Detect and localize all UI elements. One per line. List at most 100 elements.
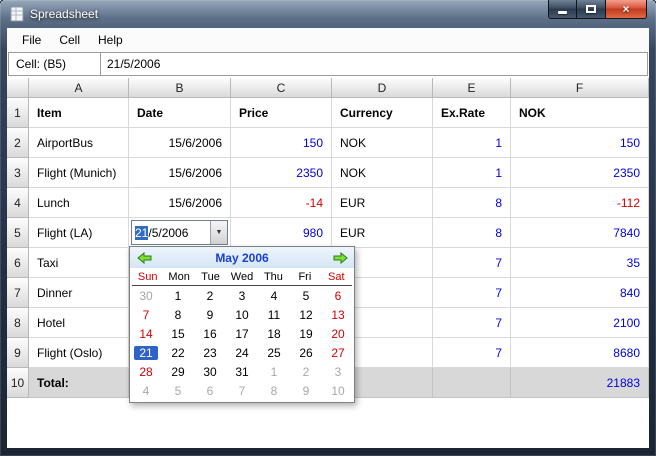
calendar-next-button[interactable] <box>329 249 351 266</box>
cell-f3[interactable]: 2350 <box>511 158 649 188</box>
cell-c3[interactable]: 2350 <box>231 158 332 188</box>
cell-e1[interactable]: Ex.Rate <box>433 98 511 128</box>
calendar-day[interactable]: 6 <box>322 289 354 303</box>
cell-f7[interactable]: 840 <box>511 278 649 308</box>
calendar-day[interactable]: 2 <box>194 289 226 303</box>
column-header-f[interactable]: F <box>511 78 649 98</box>
cell-a4[interactable]: Lunch <box>29 188 129 218</box>
calendar-day[interactable]: 14 <box>130 327 162 341</box>
cell-b5[interactable]: 21/5/2006 ▼ <box>129 218 231 248</box>
cell-e10[interactable] <box>433 368 511 398</box>
calendar-day[interactable]: 16 <box>194 327 226 341</box>
calendar-day[interactable]: 12 <box>290 308 322 322</box>
cell-e4[interactable]: 8 <box>433 188 511 218</box>
row-header-1[interactable]: 1 <box>7 98 29 128</box>
cell-f4[interactable]: -112 <box>511 188 649 218</box>
cell-f8[interactable]: 2100 <box>511 308 649 338</box>
cell-e7[interactable]: 7 <box>433 278 511 308</box>
cell-c4[interactable]: -14 <box>231 188 332 218</box>
row-header-3[interactable]: 3 <box>7 158 29 188</box>
calendar-day[interactable]: 13 <box>322 308 354 322</box>
row-header-7[interactable]: 7 <box>7 278 29 308</box>
menu-help[interactable]: Help <box>89 28 132 52</box>
calendar-day[interactable]: 30 <box>130 289 162 303</box>
cell-b3[interactable]: 15/6/2006 <box>129 158 231 188</box>
maximize-button[interactable] <box>577 0 606 19</box>
cell-f10[interactable]: 21883 <box>511 368 649 398</box>
calendar-day[interactable]: 22 <box>162 346 194 360</box>
calendar-day[interactable]: 20 <box>322 327 354 341</box>
calendar-day[interactable]: 31 <box>226 365 258 379</box>
cell-f1[interactable]: NOK <box>511 98 649 128</box>
calendar-day[interactable]: 17 <box>226 327 258 341</box>
date-combobox-text[interactable]: 21/5/2006 <box>132 221 210 244</box>
cell-e9[interactable]: 7 <box>433 338 511 368</box>
minimize-button[interactable] <box>548 0 577 19</box>
cell-value-input[interactable] <box>101 53 647 75</box>
calendar-day[interactable]: 23 <box>194 346 226 360</box>
row-header-8[interactable]: 8 <box>7 308 29 338</box>
column-header-b[interactable]: B <box>129 78 231 98</box>
cell-c2[interactable]: 150 <box>231 128 332 158</box>
cell-f5[interactable]: 7840 <box>511 218 649 248</box>
column-header-d[interactable]: D <box>332 78 433 98</box>
close-button[interactable]: × <box>606 0 647 19</box>
cell-e5[interactable]: 8 <box>433 218 511 248</box>
cell-a1[interactable]: Item <box>29 98 129 128</box>
cell-c5[interactable]: 980 <box>231 218 332 248</box>
cell-b1[interactable]: Date <box>129 98 231 128</box>
row-header-2[interactable]: 2 <box>7 128 29 158</box>
column-header-e[interactable]: E <box>433 78 511 98</box>
calendar-day[interactable]: 7 <box>130 308 162 322</box>
cell-a10[interactable]: Total: <box>29 368 129 398</box>
cell-f2[interactable]: 150 <box>511 128 649 158</box>
column-header-a[interactable]: A <box>29 78 129 98</box>
calendar-prev-button[interactable] <box>133 249 155 266</box>
cell-a3[interactable]: Flight (Munich) <box>29 158 129 188</box>
column-header-c[interactable]: C <box>231 78 332 98</box>
calendar-day[interactable]: 28 <box>130 365 162 379</box>
cell-b4[interactable]: 15/6/2006 <box>129 188 231 218</box>
cell-e8[interactable]: 7 <box>433 308 511 338</box>
calendar-day[interactable]: 6 <box>194 384 226 398</box>
cell-f6[interactable]: 35 <box>511 248 649 278</box>
calendar-day[interactable]: 2 <box>290 365 322 379</box>
calendar-day[interactable]: 5 <box>290 289 322 303</box>
cell-a5[interactable]: Flight (LA) <box>29 218 129 248</box>
calendar-day[interactable]: 3 <box>322 365 354 379</box>
menu-file[interactable]: File <box>13 28 50 52</box>
row-header-10[interactable]: 10 <box>7 368 29 398</box>
row-header-9[interactable]: 9 <box>7 338 29 368</box>
calendar-day[interactable]: 30 <box>194 365 226 379</box>
cell-c1[interactable]: Price <box>231 98 332 128</box>
cell-d3[interactable]: NOK <box>332 158 433 188</box>
cell-d2[interactable]: NOK <box>332 128 433 158</box>
cell-b2[interactable]: 15/6/2006 <box>129 128 231 158</box>
calendar-day[interactable]: 11 <box>258 308 290 322</box>
calendar-day[interactable]: 15 <box>162 327 194 341</box>
calendar-day[interactable]: 7 <box>226 384 258 398</box>
calendar-day[interactable]: 10 <box>322 384 354 398</box>
cell-a8[interactable]: Hotel <box>29 308 129 338</box>
calendar-day[interactable]: 29 <box>162 365 194 379</box>
cell-e6[interactable]: 7 <box>433 248 511 278</box>
calendar-day[interactable]: 4 <box>258 289 290 303</box>
calendar-day[interactable]: 9 <box>194 308 226 322</box>
calendar-day[interactable]: 24 <box>226 346 258 360</box>
row-header-4[interactable]: 4 <box>7 188 29 218</box>
calendar-day[interactable]: 5 <box>162 384 194 398</box>
calendar-day[interactable]: 18 <box>258 327 290 341</box>
cell-d1[interactable]: Currency <box>332 98 433 128</box>
cell-a2[interactable]: AirportBus <box>29 128 129 158</box>
cell-e2[interactable]: 1 <box>433 128 511 158</box>
row-header-5[interactable]: 5 <box>7 218 29 248</box>
menu-cell[interactable]: Cell <box>50 28 89 52</box>
calendar-day[interactable]: 4 <box>130 384 162 398</box>
select-all-corner[interactable] <box>7 78 29 98</box>
combobox-dropdown-button[interactable]: ▼ <box>210 221 227 244</box>
cell-d5[interactable]: EUR <box>332 218 433 248</box>
calendar-day-selected[interactable]: 21 <box>134 345 158 360</box>
cell-a6[interactable]: Taxi <box>29 248 129 278</box>
cell-d4[interactable]: EUR <box>332 188 433 218</box>
date-combobox[interactable]: 21/5/2006 ▼ <box>131 220 228 245</box>
